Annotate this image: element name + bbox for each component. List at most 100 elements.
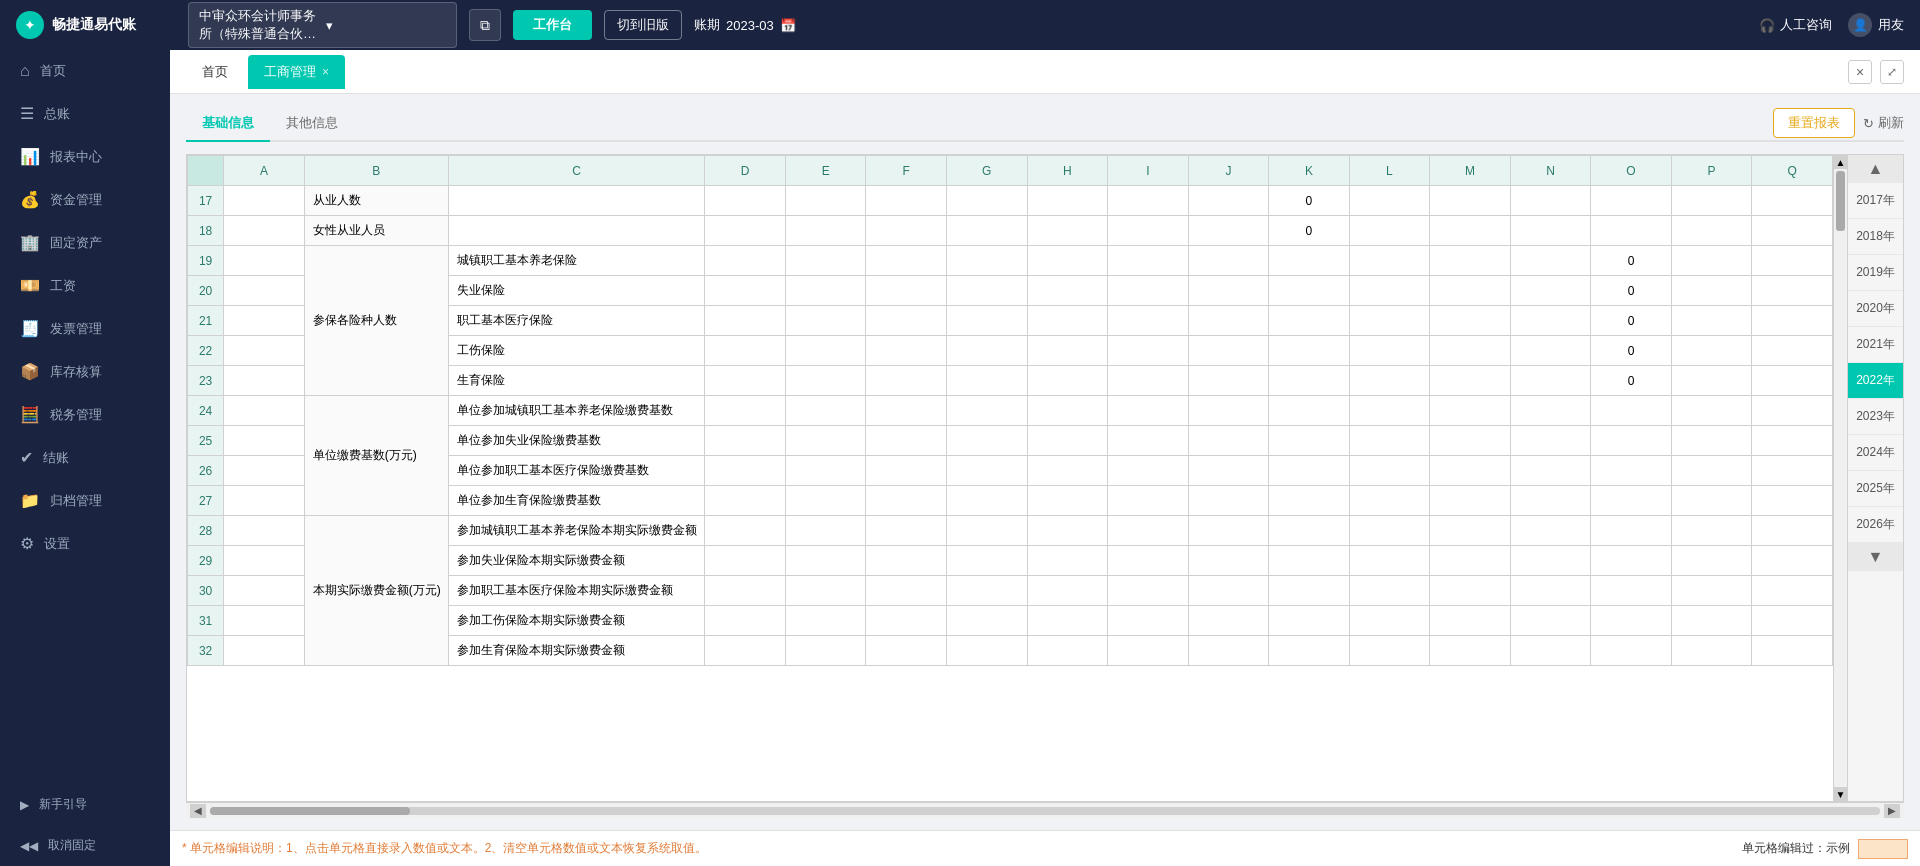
- cell-E[interactable]: [785, 546, 866, 576]
- cell-D[interactable]: [705, 216, 786, 246]
- cell-G[interactable]: [947, 456, 1028, 486]
- cell-C[interactable]: 单位参加生育保险缴费基数: [448, 486, 705, 516]
- cell-M[interactable]: [1430, 186, 1511, 216]
- cell-E[interactable]: [785, 486, 866, 516]
- cell-P[interactable]: [1671, 186, 1752, 216]
- cell-H[interactable]: [1027, 306, 1108, 336]
- cell-L[interactable]: [1349, 216, 1430, 246]
- cell-C[interactable]: 失业保险: [448, 276, 705, 306]
- scroll-track-horizontal[interactable]: [210, 807, 1880, 815]
- cell-J[interactable]: [1188, 276, 1269, 306]
- cell-F[interactable]: [866, 426, 947, 456]
- cell-P[interactable]: [1671, 336, 1752, 366]
- cell-M[interactable]: [1430, 366, 1511, 396]
- cell-N[interactable]: [1510, 246, 1591, 276]
- cell-E[interactable]: [785, 516, 866, 546]
- cell-M[interactable]: [1430, 486, 1511, 516]
- cell-H[interactable]: [1027, 186, 1108, 216]
- cell-I[interactable]: [1108, 486, 1189, 516]
- cell-L[interactable]: [1349, 336, 1430, 366]
- cell-J[interactable]: [1188, 246, 1269, 276]
- cell-L[interactable]: [1349, 366, 1430, 396]
- horizontal-scrollbar[interactable]: ◀ ▶: [186, 802, 1904, 818]
- copy-button[interactable]: ⧉: [469, 9, 501, 41]
- cell-G[interactable]: [947, 216, 1028, 246]
- cell-F[interactable]: [866, 486, 947, 516]
- cell-F[interactable]: [866, 516, 947, 546]
- tab-home[interactable]: 首页: [186, 55, 244, 89]
- cell-G[interactable]: [947, 486, 1028, 516]
- cell-E[interactable]: [785, 336, 866, 366]
- cell-A[interactable]: [224, 606, 305, 636]
- cell-N[interactable]: [1510, 456, 1591, 486]
- cell-B[interactable]: 本期实际缴费金额(万元): [304, 516, 448, 666]
- cell-O[interactable]: 0: [1591, 276, 1672, 306]
- col-header-K[interactable]: K: [1269, 156, 1350, 186]
- sidebar-item-ledger[interactable]: ☰ 总账: [0, 92, 170, 135]
- cell-O[interactable]: [1591, 576, 1672, 606]
- col-header-B[interactable]: B: [304, 156, 448, 186]
- col-header-D[interactable]: D: [705, 156, 786, 186]
- cell-L[interactable]: [1349, 576, 1430, 606]
- scroll-down-button[interactable]: ▼: [1834, 787, 1847, 801]
- cell-E[interactable]: [785, 246, 866, 276]
- cell-G[interactable]: [947, 426, 1028, 456]
- cell-L[interactable]: [1349, 186, 1430, 216]
- year-item-2025年[interactable]: 2025年: [1848, 471, 1903, 507]
- sub-tab-other[interactable]: 其他信息: [270, 106, 354, 142]
- cell-E[interactable]: [785, 576, 866, 606]
- cell-C[interactable]: 参加工伤保险本期实际缴费金额: [448, 606, 705, 636]
- cell-Q[interactable]: [1752, 606, 1833, 636]
- cell-J[interactable]: [1188, 366, 1269, 396]
- cell-K[interactable]: [1269, 606, 1350, 636]
- cell-N[interactable]: [1510, 636, 1591, 666]
- cell-O[interactable]: [1591, 186, 1672, 216]
- cell-Q[interactable]: [1752, 186, 1833, 216]
- cell-I[interactable]: [1108, 426, 1189, 456]
- cell-Q[interactable]: [1752, 576, 1833, 606]
- cell-I[interactable]: [1108, 456, 1189, 486]
- cell-J[interactable]: [1188, 636, 1269, 666]
- cell-E[interactable]: [785, 366, 866, 396]
- cell-N[interactable]: [1510, 306, 1591, 336]
- cell-L[interactable]: [1349, 246, 1430, 276]
- cell-Q[interactable]: [1752, 306, 1833, 336]
- year-item-2018年[interactable]: 2018年: [1848, 219, 1903, 255]
- cell-J[interactable]: [1188, 606, 1269, 636]
- cell-L[interactable]: [1349, 276, 1430, 306]
- cell-H[interactable]: [1027, 366, 1108, 396]
- year-item-2024年[interactable]: 2024年: [1848, 435, 1903, 471]
- cell-N[interactable]: [1510, 576, 1591, 606]
- cell-L[interactable]: [1349, 516, 1430, 546]
- cell-Q[interactable]: [1752, 486, 1833, 516]
- col-header-J[interactable]: J: [1188, 156, 1269, 186]
- cell-A[interactable]: [224, 546, 305, 576]
- cell-Q[interactable]: [1752, 426, 1833, 456]
- refresh-button[interactable]: ↻ 刷新: [1863, 114, 1904, 132]
- calendar-icon[interactable]: 📅: [780, 18, 796, 33]
- cell-K[interactable]: [1269, 246, 1350, 276]
- cell-O[interactable]: [1591, 426, 1672, 456]
- cell-L[interactable]: [1349, 636, 1430, 666]
- col-header-I[interactable]: I: [1108, 156, 1189, 186]
- cell-Q[interactable]: [1752, 516, 1833, 546]
- cell-L[interactable]: [1349, 306, 1430, 336]
- year-item-2017年[interactable]: 2017年: [1848, 183, 1903, 219]
- cell-J[interactable]: [1188, 456, 1269, 486]
- cell-A[interactable]: [224, 306, 305, 336]
- cell-F[interactable]: [866, 216, 947, 246]
- cell-Q[interactable]: [1752, 336, 1833, 366]
- cell-B[interactable]: 女性从业人员: [304, 216, 448, 246]
- cell-H[interactable]: [1027, 486, 1108, 516]
- cell-Q[interactable]: [1752, 276, 1833, 306]
- cell-Q[interactable]: [1752, 216, 1833, 246]
- col-header-H[interactable]: H: [1027, 156, 1108, 186]
- cell-O[interactable]: 0: [1591, 366, 1672, 396]
- cell-P[interactable]: [1671, 516, 1752, 546]
- cell-H[interactable]: [1027, 516, 1108, 546]
- cell-M[interactable]: [1430, 216, 1511, 246]
- cell-I[interactable]: [1108, 576, 1189, 606]
- spreadsheet[interactable]: A B C D E F G H I J: [187, 155, 1833, 801]
- sidebar-item-archive[interactable]: 📁 归档管理: [0, 479, 170, 522]
- cell-G[interactable]: [947, 306, 1028, 336]
